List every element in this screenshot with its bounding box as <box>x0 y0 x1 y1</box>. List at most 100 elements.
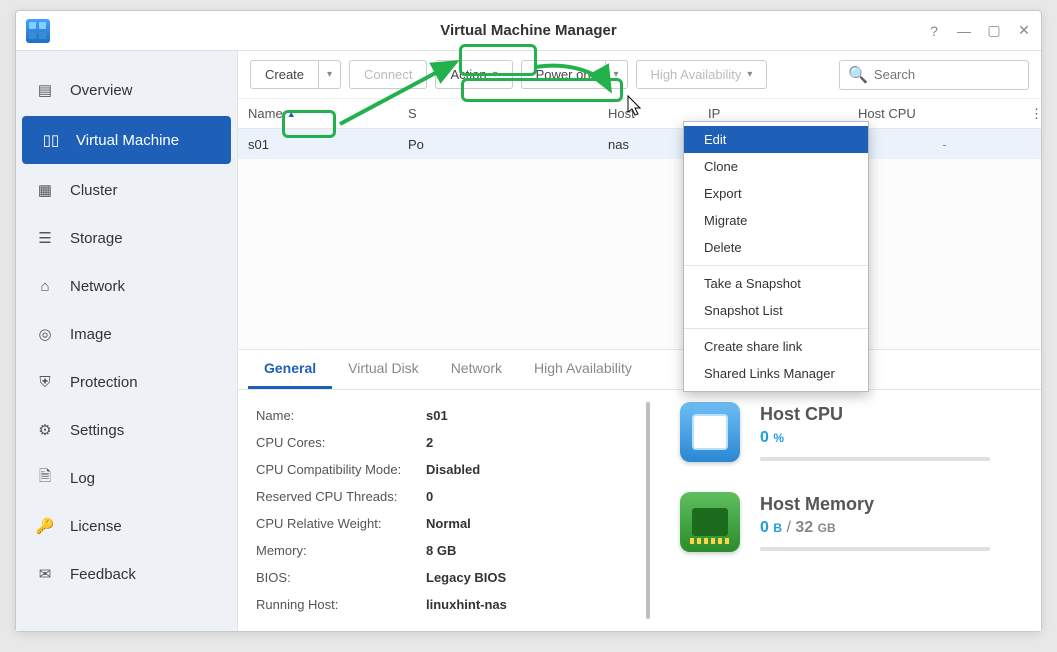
stat-title: Host Memory <box>760 494 990 515</box>
storage-icon: ☰ <box>34 227 56 249</box>
sidebar-item-label: Network <box>70 278 125 295</box>
sidebar-item-cluster[interactable]: ▦ Cluster <box>16 166 237 214</box>
sidebar-item-label: Cluster <box>70 182 118 199</box>
stat-value: 0 % <box>760 429 990 447</box>
sidebar-item-label: Image <box>70 326 112 343</box>
col-host-cpu[interactable]: Host CPU <box>848 106 1020 121</box>
close-button[interactable]: ✕ <box>1015 22 1033 40</box>
sidebar-item-label: Virtual Machine <box>76 132 179 149</box>
info-label: Name: <box>256 408 426 423</box>
sidebar-item-label: License <box>70 518 122 535</box>
sidebar-item-settings[interactable]: ⚙ Settings <box>16 406 237 454</box>
connect-button[interactable]: Connect <box>349 60 427 89</box>
info-value: Legacy BIOS <box>426 570 506 585</box>
menu-item-shared-links-manager[interactable]: Shared Links Manager <box>684 360 868 387</box>
help-button[interactable]: ? <box>925 22 943 40</box>
menu-separator <box>684 265 868 266</box>
poweron-button[interactable]: Power on <box>521 60 606 89</box>
sidebar-item-log[interactable]: 🗎 Log <box>16 454 237 502</box>
sidebar-item-label: Overview <box>70 82 133 99</box>
col-more[interactable]: ⋮ <box>1020 106 1041 122</box>
menu-item-snapshot-list[interactable]: Snapshot List <box>684 297 868 324</box>
menu-item-clone[interactable]: Clone <box>684 153 868 180</box>
sidebar: ▤ Overview ▯▯ Virtual Machine ▦ Cluster … <box>16 51 238 631</box>
cursor-icon <box>622 94 644 120</box>
menu-separator <box>684 328 868 329</box>
info-label: Reserved CPU Threads: <box>256 489 426 504</box>
settings-icon: ⚙ <box>34 419 56 441</box>
info-label: Running Host: <box>256 597 426 612</box>
tab-virtual-disk[interactable]: Virtual Disk <box>332 350 435 389</box>
info-value: 8 GB <box>426 543 456 558</box>
window-body: ▤ Overview ▯▯ Virtual Machine ▦ Cluster … <box>16 51 1041 631</box>
sidebar-item-license[interactable]: 🔑 License <box>16 502 237 550</box>
caret-down-icon: ▾ <box>493 69 498 80</box>
cell-status: Po <box>398 137 598 152</box>
create-button[interactable]: Create <box>250 60 319 89</box>
col-status[interactable]: S <box>398 106 598 121</box>
memory-chip-icon <box>680 492 740 552</box>
tab-general[interactable]: General <box>248 350 332 389</box>
cell-cpu: - <box>848 137 1041 152</box>
sidebar-item-virtual-machine[interactable]: ▯▯ Virtual Machine <box>22 116 231 164</box>
menu-item-migrate[interactable]: Migrate <box>684 207 868 234</box>
ha-button[interactable]: High Availability▾ <box>636 60 768 89</box>
info-label: Memory: <box>256 543 426 558</box>
stat-value: 0 B / 32 GB <box>760 519 990 537</box>
sidebar-item-storage[interactable]: ☰ Storage <box>16 214 237 262</box>
sidebar-item-protection[interactable]: ⛨ Protection <box>16 358 237 406</box>
app-icon <box>26 19 50 43</box>
create-caret[interactable]: ▾ <box>319 60 341 89</box>
scrollbar[interactable] <box>646 402 650 619</box>
detail-panel: General Virtual Disk Network High Availa… <box>238 349 1041 631</box>
table-row[interactable]: s01 Po nas - - <box>238 129 1041 159</box>
info-column: Name:s01 CPU Cores:2 CPU Compatibility M… <box>256 402 636 619</box>
create-split-button: Create ▾ <box>250 60 341 89</box>
menu-item-edit[interactable]: Edit <box>684 126 868 153</box>
col-host[interactable]: Host <box>598 106 698 121</box>
search-input[interactable] <box>874 67 1041 82</box>
col-name[interactable]: Name▲ <box>238 106 398 121</box>
info-label: CPU Cores: <box>256 435 426 450</box>
search-box[interactable]: 🔍 <box>839 60 1029 90</box>
overview-icon: ▤ <box>34 79 56 101</box>
info-value: Normal <box>426 516 471 531</box>
feedback-icon: ✉ <box>34 563 56 585</box>
tab-high-availability[interactable]: High Availability <box>518 350 648 389</box>
info-label: CPU Relative Weight: <box>256 516 426 531</box>
cpu-bar <box>760 457 990 461</box>
vm-icon: ▯▯ <box>40 129 62 151</box>
search-icon: 🔍 <box>848 65 868 85</box>
sidebar-item-overview[interactable]: ▤ Overview <box>16 66 237 114</box>
action-button[interactable]: Action▾ <box>435 60 512 89</box>
info-value: s01 <box>426 408 448 423</box>
log-icon: 🗎 <box>34 467 56 489</box>
main: Create ▾ Connect Action▾ Power on ▾ High… <box>238 51 1041 631</box>
sidebar-item-label: Protection <box>70 374 138 391</box>
menu-item-export[interactable]: Export <box>684 180 868 207</box>
stat-host-cpu: Host CPU 0 % <box>680 402 1023 462</box>
menu-item-take-a-snapshot[interactable]: Take a Snapshot <box>684 270 868 297</box>
maximize-button[interactable]: ▢ <box>985 22 1003 40</box>
window-controls: ? — ▢ ✕ <box>925 22 1033 40</box>
poweron-caret[interactable]: ▾ <box>606 60 628 89</box>
stat-host-memory: Host Memory 0 B / 32 GB <box>680 492 1023 552</box>
window-title: Virtual Machine Manager <box>440 22 616 39</box>
titlebar: Virtual Machine Manager ? — ▢ ✕ <box>16 11 1041 51</box>
minimize-button[interactable]: — <box>955 22 973 40</box>
info-label: CPU Compatibility Mode: <box>256 462 426 477</box>
image-icon: ◎ <box>34 323 56 345</box>
col-ip[interactable]: IP <box>698 106 848 121</box>
menu-item-create-share-link[interactable]: Create share link <box>684 333 868 360</box>
tab-network[interactable]: Network <box>435 350 518 389</box>
sidebar-item-network[interactable]: ⌂ Network <box>16 262 237 310</box>
cell-name: s01 <box>238 137 398 152</box>
sidebar-item-image[interactable]: ◎ Image <box>16 310 237 358</box>
sidebar-item-feedback[interactable]: ✉ Feedback <box>16 550 237 598</box>
cpu-chip-icon <box>680 402 740 462</box>
menu-item-delete[interactable]: Delete <box>684 234 868 261</box>
stat-title: Host CPU <box>760 404 990 425</box>
action-menu: EditCloneExportMigrateDelete Take a Snaps… <box>683 121 869 392</box>
detail-tabs: General Virtual Disk Network High Availa… <box>238 350 1041 390</box>
info-value: 2 <box>426 435 433 450</box>
